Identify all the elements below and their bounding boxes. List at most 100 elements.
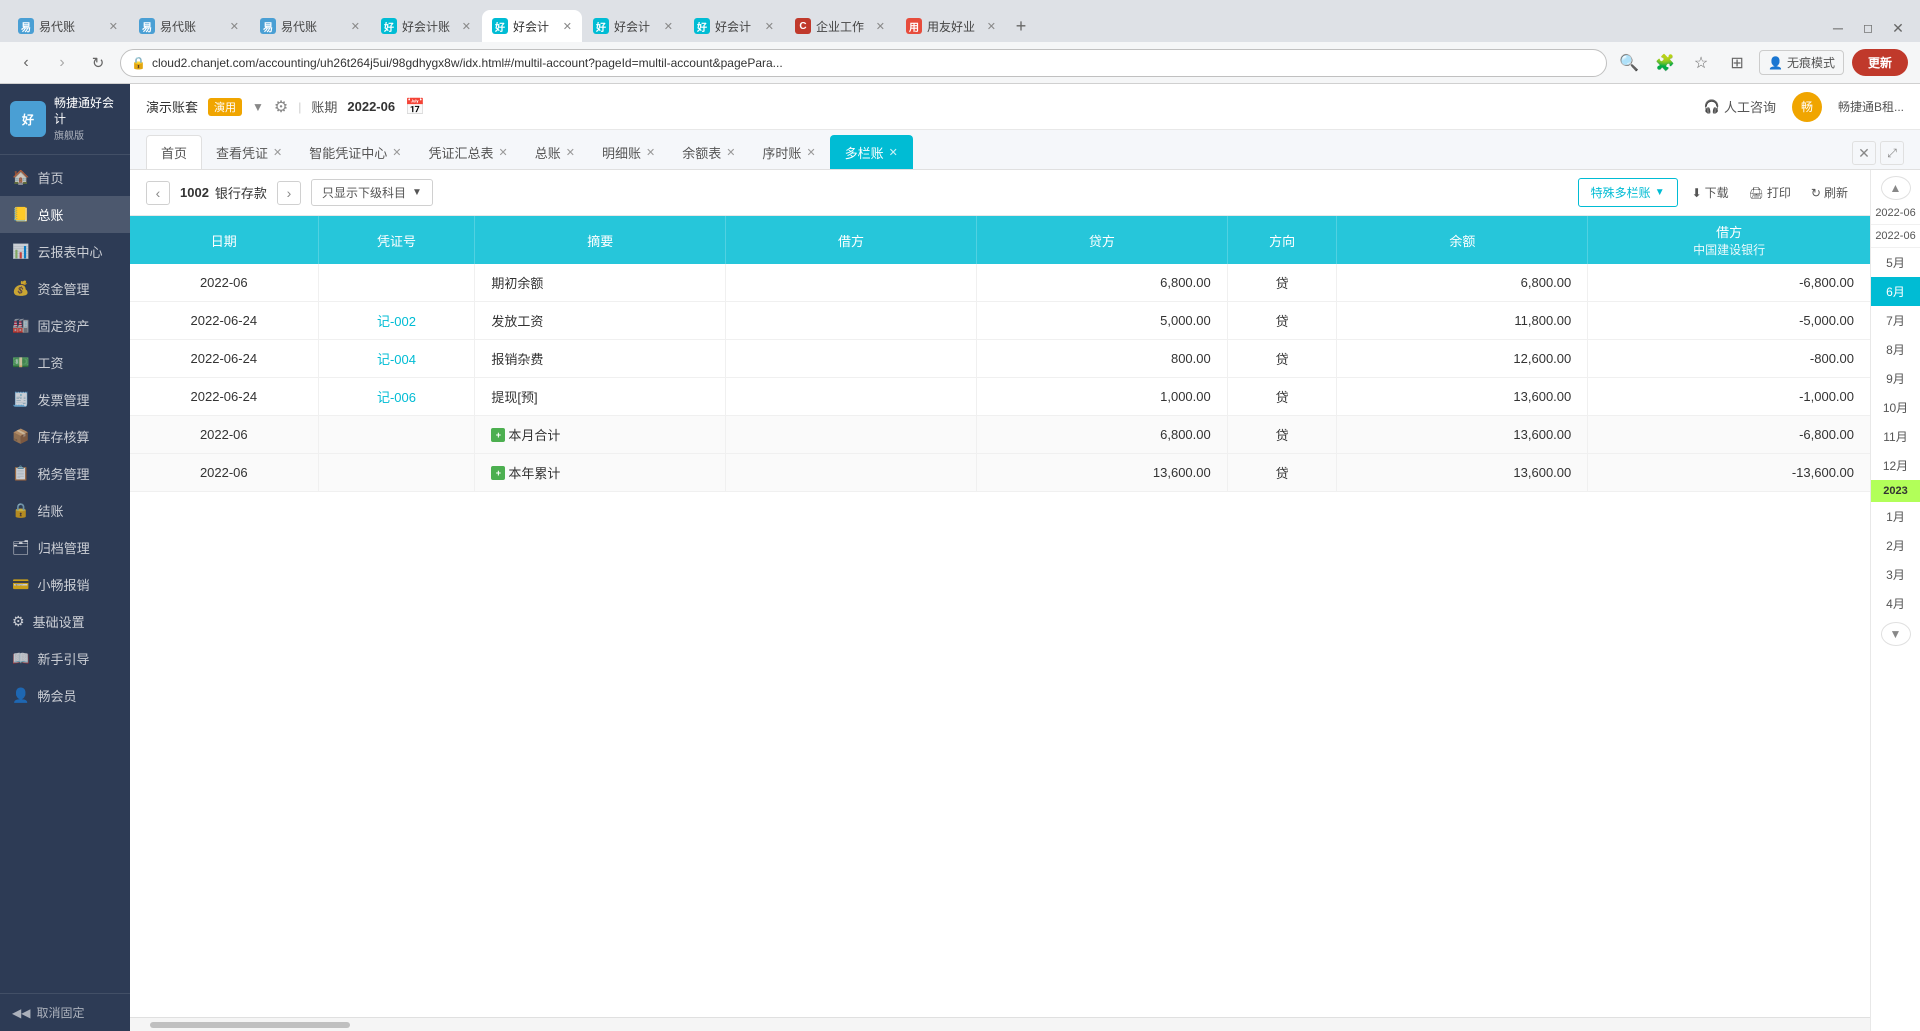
tab-view-voucher[interactable]: 查看凭证 ✕ xyxy=(203,135,295,169)
sidebar-item-reports[interactable]: 📊 云报表中心 xyxy=(0,233,130,270)
user-avatar[interactable]: 畅 xyxy=(1792,92,1822,122)
special-ledger-button[interactable]: 特殊多栏账 ▼ xyxy=(1578,178,1678,207)
tab-smart-voucher[interactable]: 智能凭证中心 ✕ xyxy=(296,135,414,169)
cell-voucher[interactable]: 记-004 xyxy=(318,340,475,378)
panel-close-button[interactable]: ✕ xyxy=(1852,141,1876,165)
date-nav-month-5[interactable]: 5月 xyxy=(1871,248,1920,277)
sidebar-item-payroll[interactable]: 💵 工资 xyxy=(0,344,130,381)
tab-yidaizhang-3[interactable]: 易 易代账 ✕ xyxy=(250,10,370,42)
sidebar-item-assets[interactable]: 🏭 固定资产 xyxy=(0,307,130,344)
extension-icon[interactable]: 🧩 xyxy=(1651,49,1679,77)
sidebar-item-funds[interactable]: 💰 资金管理 xyxy=(0,270,130,307)
browser-settings-icon[interactable]: ⊞ xyxy=(1723,49,1751,77)
tab-haokuaiji-1[interactable]: 好 好会计账 ✕ xyxy=(371,10,481,42)
date-nav-year-2023[interactable]: 2023 xyxy=(1871,480,1920,502)
date-nav-header-item-1[interactable]: 2022-06 xyxy=(1871,202,1920,225)
date-nav-month-9[interactable]: 9月 xyxy=(1871,364,1920,393)
date-nav-month-apr[interactable]: 4月 xyxy=(1871,589,1920,618)
tab-close-icon[interactable]: ✕ xyxy=(563,20,572,33)
sidebar-item-settings[interactable]: ⚙ 基础设置 xyxy=(0,603,130,640)
sidebar-item-home[interactable]: 🏠 首页 xyxy=(0,159,130,196)
sidebar-item-invoice[interactable]: 🧾 发票管理 xyxy=(0,381,130,418)
close-button[interactable]: ✕ xyxy=(1884,18,1912,38)
date-nav-month-11[interactable]: 11月 xyxy=(1871,422,1920,451)
sidebar-item-period[interactable]: 🔒 结账 xyxy=(0,492,130,529)
new-tab-button[interactable]: + xyxy=(1007,12,1035,40)
tab-haokuaiji-active[interactable]: 好 好会计 ✕ xyxy=(482,10,582,42)
refresh-ledger-button[interactable]: ↻ 刷新 xyxy=(1805,179,1854,206)
address-text[interactable]: cloud2.chanjet.com/accounting/uh26t264j5… xyxy=(152,56,1596,70)
date-nav-header-item-2[interactable]: 2022-06 xyxy=(1871,225,1920,248)
tab-chronological[interactable]: 序时账 ✕ xyxy=(749,135,828,169)
tab-haokuaiji-3[interactable]: 好 好会计 ✕ xyxy=(684,10,784,42)
print-button[interactable]: 🖨 打印 xyxy=(1743,179,1797,206)
tab-close-icon[interactable]: ✕ xyxy=(664,20,673,33)
update-button[interactable]: 更新 xyxy=(1852,49,1908,76)
forward-button[interactable]: › xyxy=(48,49,76,77)
restore-button[interactable]: ◻ xyxy=(1854,18,1882,38)
tab-general-ledger[interactable]: 总账 ✕ xyxy=(522,135,588,169)
tab-enterprise[interactable]: C 企业工作 ✕ xyxy=(785,10,895,42)
h-scrollbar[interactable] xyxy=(130,1017,1870,1031)
sidebar-item-expense[interactable]: 💳 小畅报销 xyxy=(0,566,130,603)
gear-button[interactable]: ⚙ xyxy=(274,97,288,117)
sidebar-item-tax[interactable]: 📋 税务管理 xyxy=(0,455,130,492)
sidebar-item-archive[interactable]: 🗂 归档管理 xyxy=(0,529,130,566)
cell-voucher[interactable]: 记-002 xyxy=(318,302,475,340)
service-button[interactable]: 🎧 人工咨询 xyxy=(1704,97,1776,116)
filter-dropdown[interactable]: 只显示下级科目 ▼ xyxy=(311,179,433,206)
date-nav-month-8[interactable]: 8月 xyxy=(1871,335,1920,364)
date-nav-month-10[interactable]: 10月 xyxy=(1871,393,1920,422)
refresh-button[interactable]: ↻ xyxy=(84,49,112,77)
tab-detail-ledger[interactable]: 明细账 ✕ xyxy=(589,135,668,169)
date-nav-down-button[interactable]: ▼ xyxy=(1881,622,1911,646)
cell-voucher[interactable]: 记-006 xyxy=(318,378,475,416)
bookmark-icon[interactable]: ☆ xyxy=(1687,49,1715,77)
tab-close-x[interactable]: ✕ xyxy=(726,146,735,159)
dropdown-arrow-icon[interactable]: ▼ xyxy=(252,100,264,114)
calendar-icon[interactable]: 📅 xyxy=(405,97,425,117)
panel-expand-button[interactable]: ⤢ xyxy=(1880,141,1904,165)
sidebar-item-member[interactable]: 👤 畅会员 xyxy=(0,677,130,714)
date-nav-month-feb[interactable]: 2月 xyxy=(1871,531,1920,560)
tab-close-x[interactable]: ✕ xyxy=(273,146,282,159)
tab-close-icon[interactable]: ✕ xyxy=(462,20,471,33)
download-button[interactable]: ⬇ 下载 xyxy=(1686,179,1735,206)
tab-voucher-summary[interactable]: 凭证汇总表 ✕ xyxy=(415,135,520,169)
tab-close-x[interactable]: ✕ xyxy=(566,146,575,159)
sidebar-unpin-button[interactable]: ◀◀ 取消固定 xyxy=(0,993,130,1031)
tab-ufida[interactable]: 用 用友好业 ✕ xyxy=(896,10,1006,42)
tab-close-x[interactable]: ✕ xyxy=(499,146,508,159)
nav-next-button[interactable]: › xyxy=(277,181,301,205)
date-nav-month-jan[interactable]: 1月 xyxy=(1871,502,1920,531)
tab-close-icon[interactable]: ✕ xyxy=(109,20,118,33)
tab-yidaizhang-1[interactable]: 易 易代账 ✕ xyxy=(8,10,128,42)
date-nav-up-button[interactable]: ▲ xyxy=(1881,176,1911,200)
tab-close-icon[interactable]: ✕ xyxy=(765,20,774,33)
search-icon[interactable]: 🔍 xyxy=(1615,49,1643,77)
minimize-button[interactable]: ─ xyxy=(1824,18,1852,38)
tab-close-icon[interactable]: ✕ xyxy=(351,20,360,33)
tab-close-x[interactable]: ✕ xyxy=(392,146,401,159)
tab-close-icon[interactable]: ✕ xyxy=(230,20,239,33)
tab-close-x[interactable]: ✕ xyxy=(806,146,815,159)
sidebar-item-ledger[interactable]: 📒 总账 xyxy=(0,196,130,233)
tab-balance[interactable]: 余额表 ✕ xyxy=(669,135,748,169)
incognito-button[interactable]: 👤 无痕模式 xyxy=(1759,50,1844,75)
sidebar-item-inventory[interactable]: 📦 库存核算 xyxy=(0,418,130,455)
date-nav-month-mar[interactable]: 3月 xyxy=(1871,560,1920,589)
tab-close-x[interactable]: ✕ xyxy=(646,146,655,159)
tab-multi-column[interactable]: 多栏账 ✕ xyxy=(830,135,913,169)
tab-haokuaiji-2[interactable]: 好 好会计 ✕ xyxy=(583,10,683,42)
nav-prev-button[interactable]: ‹ xyxy=(146,181,170,205)
tab-close-icon[interactable]: ✕ xyxy=(876,20,885,33)
tab-yidaizhang-2[interactable]: 易 易代账 ✕ xyxy=(129,10,249,42)
date-nav-month-7[interactable]: 7月 xyxy=(1871,306,1920,335)
tab-close-active-x[interactable]: ✕ xyxy=(889,146,898,159)
date-nav-month-6-active[interactable]: 6月 xyxy=(1871,277,1920,306)
back-button[interactable]: ‹ xyxy=(12,49,40,77)
tab-homepage[interactable]: 首页 xyxy=(146,135,202,169)
date-nav-month-12[interactable]: 12月 xyxy=(1871,451,1920,480)
tab-close-icon[interactable]: ✕ xyxy=(987,20,996,33)
address-bar[interactable]: 🔒 cloud2.chanjet.com/accounting/uh26t264… xyxy=(120,49,1607,77)
